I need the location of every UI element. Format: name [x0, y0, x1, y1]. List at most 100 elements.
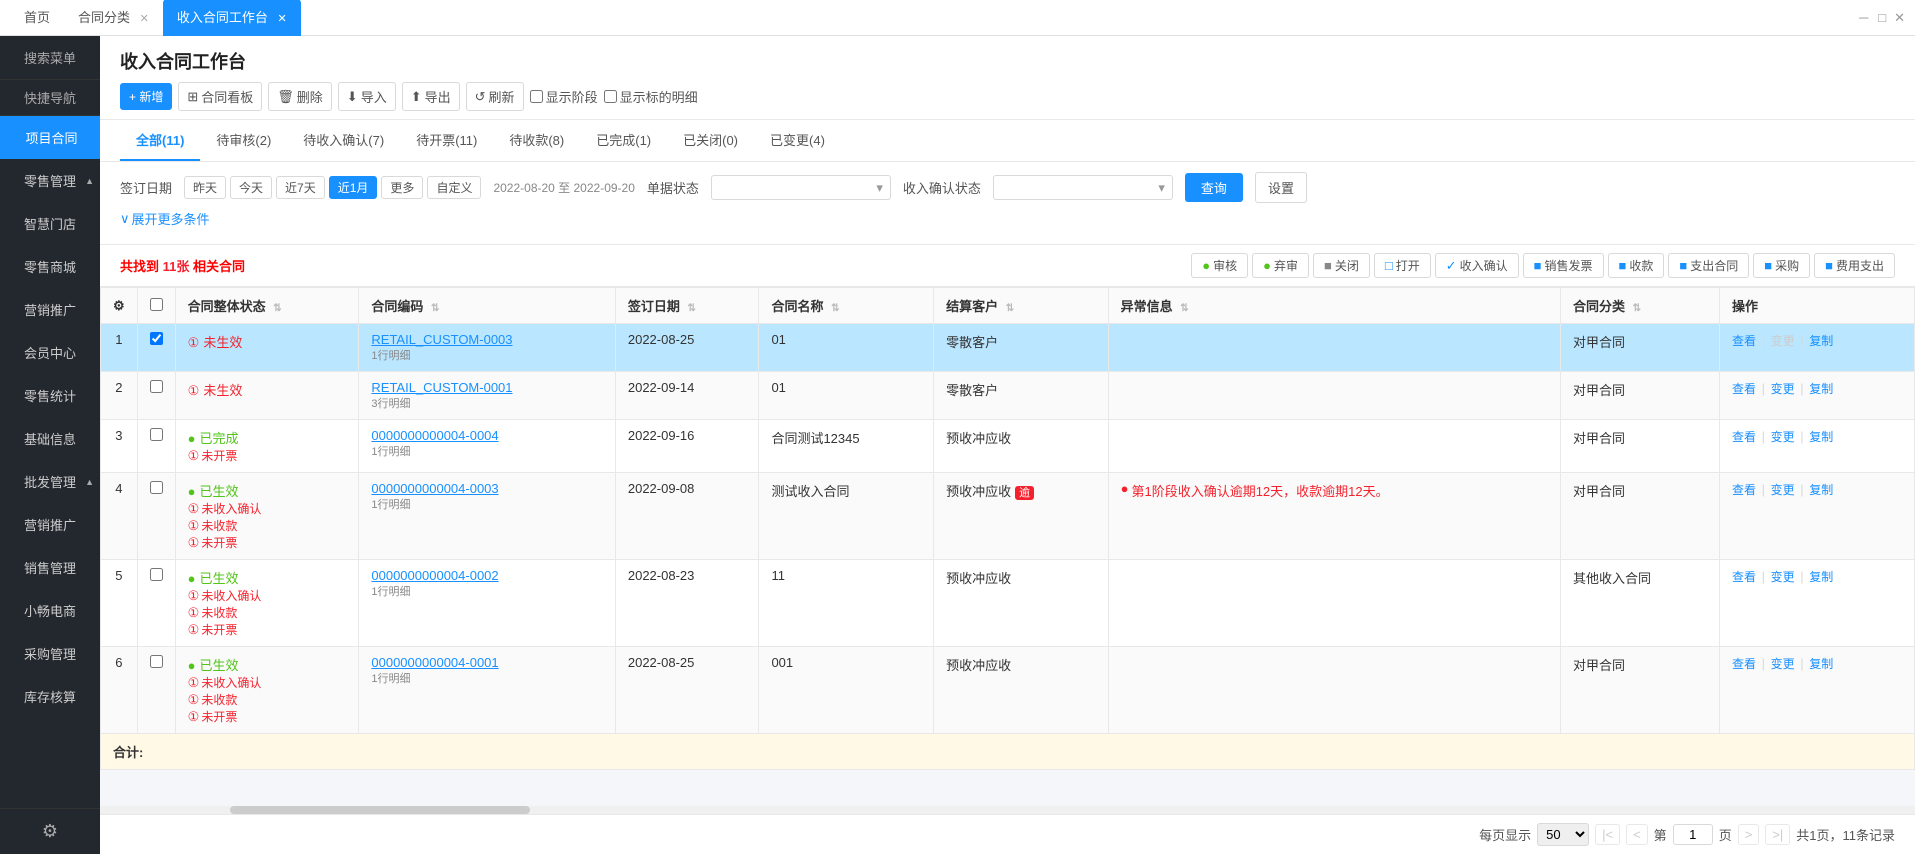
sidebar-item-ecommerce[interactable]: 小畅电商 — [0, 589, 100, 632]
maximize-btn[interactable]: □ — [1878, 10, 1886, 25]
contract-code-link[interactable]: 0000000000004-0003 — [371, 481, 498, 496]
row-checkbox[interactable] — [150, 481, 163, 494]
sidebar-item-retail-mall[interactable]: 零售商城 — [0, 245, 100, 288]
tab-pending-income-confirm[interactable]: 待收入确认(7) — [287, 120, 400, 161]
minimize-btn[interactable]: － — [1857, 8, 1870, 27]
tab-contract-category[interactable]: 合同分类 ✕ — [64, 0, 163, 36]
row-code[interactable]: RETAIL_CUSTOM-00013行明细 — [359, 372, 615, 420]
receive-confirm-select[interactable] — [993, 175, 1173, 200]
contract-code-link[interactable]: 0000000000004-0004 — [371, 428, 498, 443]
row-checkbox[interactable] — [150, 380, 163, 393]
prev-page-btn[interactable]: < — [1626, 824, 1648, 845]
row-checkbox[interactable] — [150, 655, 163, 668]
abandon-review-button[interactable]: ● 弃审 — [1252, 253, 1309, 278]
sidebar-item-sales-mgmt[interactable]: 销售管理 — [0, 546, 100, 589]
horizontal-scrollbar[interactable] — [100, 806, 1915, 814]
op-查看[interactable]: 查看 — [1732, 382, 1756, 396]
new-button[interactable]: + 新增 — [120, 83, 172, 110]
col-category[interactable]: 合同分类 ⇅ — [1560, 288, 1719, 324]
next-page-btn[interactable]: > — [1738, 824, 1760, 845]
sidebar-item-member-center[interactable]: 会员中心 — [0, 331, 100, 374]
scrollbar-thumb[interactable] — [230, 806, 530, 814]
op-变更[interactable]: 变更 — [1771, 570, 1795, 584]
tab-changed[interactable]: 已变更(4) — [754, 120, 841, 161]
sidebar-item-project-contract[interactable]: 项目合同 — [0, 116, 100, 159]
tab-completed[interactable]: 已完成(1) — [580, 120, 667, 161]
expense-button[interactable]: ■ 费用支出 — [1814, 253, 1895, 278]
op-复制[interactable]: 复制 — [1809, 382, 1833, 396]
show-detail-checkbox[interactable]: 显示标的明细 — [604, 87, 698, 106]
tab-pending-invoice[interactable]: 待开票(11) — [400, 120, 493, 161]
close-btn[interactable]: ✕ — [1894, 10, 1905, 26]
search-button[interactable]: 查询 — [1185, 173, 1243, 202]
tab-pending-review[interactable]: 待审核(2) — [200, 120, 287, 161]
purchase-button[interactable]: ■ 采购 — [1753, 253, 1810, 278]
sidebar-item-purchase[interactable]: 采购管理 — [0, 632, 100, 675]
op-复制[interactable]: 复制 — [1809, 430, 1833, 444]
expand-filter-button[interactable]: ∨ 展开更多条件 — [120, 209, 210, 228]
show-fields-checkbox[interactable]: 显示阶段 — [530, 87, 598, 106]
tab-income-workbench[interactable]: 收入合同工作台 ✕ — [163, 0, 301, 36]
sidebar-item-retail-stats[interactable]: 零售统计 — [0, 374, 100, 417]
op-变更[interactable]: 变更 — [1771, 657, 1795, 671]
op-复制[interactable]: 复制 — [1809, 334, 1833, 348]
close-tab-contract-category[interactable]: ✕ — [140, 13, 149, 25]
sales-invoice-button[interactable]: ■ 销售发票 — [1523, 253, 1604, 278]
tab-all[interactable]: 全部(11) — [120, 120, 200, 161]
op-复制[interactable]: 复制 — [1809, 657, 1833, 671]
settings-button[interactable]: 设置 — [1255, 172, 1307, 203]
import-button[interactable]: ⬇ 导入 — [338, 82, 396, 111]
date-btn-more[interactable]: 更多 — [381, 176, 423, 199]
date-btn-1month[interactable]: 近1月 — [329, 176, 378, 199]
row-code[interactable]: 0000000000004-00031行明细 — [359, 473, 615, 560]
sidebar-item-marketing2[interactable]: 营销推广 — [0, 503, 100, 546]
per-page-select[interactable]: 50 100 200 — [1537, 823, 1589, 846]
col-sign-date[interactable]: 签订日期 ⇅ — [615, 288, 759, 324]
sidebar-item-smart-store[interactable]: 智慧门店 — [0, 202, 100, 245]
sidebar-item-inventory[interactable]: 库存核算 — [0, 675, 100, 718]
row-checkbox[interactable] — [150, 428, 163, 441]
col-customer[interactable]: 结算客户 ⇅ — [934, 288, 1108, 324]
row-checkbox[interactable] — [150, 332, 163, 345]
sidebar-item-wholesale[interactable]: 批发管理 — [0, 460, 100, 503]
op-查看[interactable]: 查看 — [1732, 334, 1756, 348]
op-变更[interactable]: 变更 — [1771, 483, 1795, 497]
close-contract-button[interactable]: ■ 关闭 — [1313, 253, 1370, 278]
contract-code-link[interactable]: RETAIL_CUSTOM-0001 — [371, 380, 512, 395]
row-code[interactable]: 0000000000004-00041行明细 — [359, 420, 615, 473]
delete-button[interactable]: 🗑 删除 — [268, 82, 332, 111]
row-code[interactable]: 0000000000004-00021行明细 — [359, 560, 615, 647]
show-detail-input[interactable] — [604, 90, 617, 103]
row-code[interactable]: 0000000000004-00011行明细 — [359, 647, 615, 734]
expenditure-contract-button[interactable]: ■ 支出合同 — [1668, 253, 1749, 278]
open-contract-button[interactable]: □ 打开 — [1374, 253, 1431, 278]
kanban-button[interactable]: ⊞ 合同看板 — [178, 82, 262, 111]
page-number-input[interactable] — [1673, 824, 1713, 845]
sidebar-item-basic-info[interactable]: 基础信息 — [0, 417, 100, 460]
first-page-btn[interactable]: |< — [1595, 824, 1620, 845]
settings-icon[interactable]: ⚙ — [0, 808, 100, 854]
date-btn-7days[interactable]: 近7天 — [276, 176, 325, 199]
sidebar-search[interactable]: 搜索菜单 — [0, 36, 100, 80]
op-查看[interactable]: 查看 — [1732, 657, 1756, 671]
op-变更[interactable]: 变更 — [1771, 382, 1795, 396]
date-btn-yesterday[interactable]: 昨天 — [184, 176, 226, 199]
tab-closed[interactable]: 已关闭(0) — [667, 120, 754, 161]
show-fields-input[interactable] — [530, 90, 543, 103]
op-查看[interactable]: 查看 — [1732, 483, 1756, 497]
op-查看[interactable]: 查看 — [1732, 570, 1756, 584]
sidebar-item-retail-management[interactable]: 零售管理 — [0, 159, 100, 202]
date-btn-custom[interactable]: 自定义 — [427, 176, 481, 199]
col-checkbox[interactable] — [137, 288, 175, 324]
doc-status-select[interactable] — [711, 175, 891, 200]
date-btn-today[interactable]: 今天 — [230, 176, 272, 199]
export-button[interactable]: ⬆ 导出 — [402, 82, 460, 111]
contract-code-link[interactable]: 0000000000004-0002 — [371, 568, 498, 583]
col-code[interactable]: 合同编码 ⇅ — [359, 288, 615, 324]
collection-button[interactable]: ■ 收款 — [1608, 253, 1665, 278]
op-复制[interactable]: 复制 — [1809, 483, 1833, 497]
refresh-button[interactable]: ↺ 刷新 — [466, 82, 524, 111]
col-status[interactable]: 合同整体状态 ⇅ — [175, 288, 359, 324]
last-page-btn[interactable]: >| — [1765, 824, 1790, 845]
income-confirm-button[interactable]: ✓ 收入确认 — [1435, 253, 1519, 278]
